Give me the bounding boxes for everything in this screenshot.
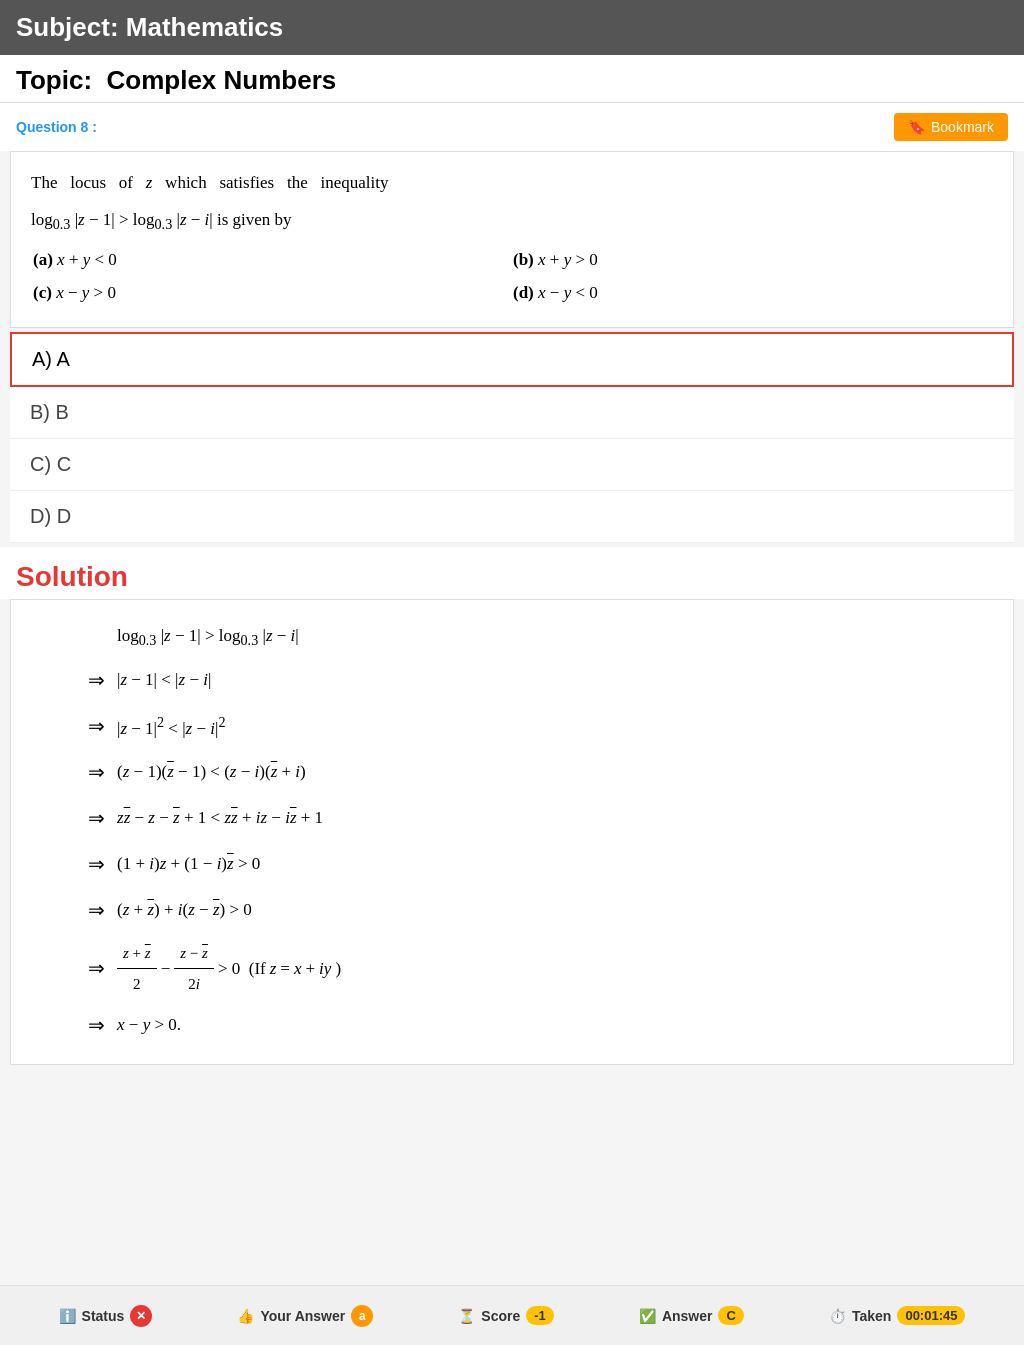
solution-table: log0.3 |z − 1| > log0.3 |z − i| ⇒ |z − 1… bbox=[31, 616, 993, 1049]
solution-arrow-4: ⇒ bbox=[31, 749, 111, 795]
solution-row-3: ⇒ |z − 1|2 < |z − i|2 bbox=[31, 703, 993, 749]
solution-math-5: zz − z − z + 1 < zz + iz − iz + 1 bbox=[111, 795, 993, 841]
solution-row-1: log0.3 |z − 1| > log0.3 |z − i| bbox=[31, 616, 993, 658]
bookmark-icon: 🔖 bbox=[908, 119, 925, 135]
footer-your-answer: 👍 Your Answer a bbox=[237, 1305, 373, 1327]
bookmark-label: Bookmark bbox=[931, 119, 994, 135]
solution-row-6: ⇒ (1 + i)z + (1 − i)z > 0 bbox=[31, 841, 993, 887]
solution-math-1: log0.3 |z − 1| > log0.3 |z − i| bbox=[111, 616, 993, 658]
topic-bar: Topic: Complex Numbers bbox=[0, 55, 1024, 103]
footer-bar: ℹ️ Status ✕ 👍 Your Answer a ⏳ Score -1 ✅… bbox=[0, 1285, 1024, 1345]
taken-badge: 00:01:45 bbox=[897, 1306, 965, 1325]
solution-arrow-9: ⇒ bbox=[31, 1002, 111, 1048]
footer-answer: ✅ Answer C bbox=[639, 1306, 744, 1325]
footer-score: ⏳ Score -1 bbox=[458, 1306, 553, 1325]
solution-label: Solution bbox=[16, 561, 128, 592]
topic-value: Complex Numbers bbox=[107, 65, 337, 95]
question-header: Question 8 : 🔖 Bookmark bbox=[0, 103, 1024, 151]
status-label: Status bbox=[82, 1308, 125, 1324]
solution-arrow-3: ⇒ bbox=[31, 703, 111, 749]
header-bar: Subject: Mathematics bbox=[0, 0, 1024, 55]
footer-status: ℹ️ Status ✕ bbox=[59, 1305, 153, 1327]
page-title: Subject: Mathematics bbox=[16, 12, 1008, 43]
option-d[interactable]: D) D bbox=[10, 491, 1014, 543]
answer-icon: ✅ bbox=[639, 1308, 656, 1324]
solution-arrow-7: ⇒ bbox=[31, 887, 111, 933]
your-answer-label: Your Answer bbox=[260, 1308, 345, 1324]
solution-arrow-5: ⇒ bbox=[31, 795, 111, 841]
solution-row-8: ⇒ z + z 2 − z − z 2i > 0 (If z = x + iy) bbox=[31, 933, 993, 1002]
solution-row-7: ⇒ (z + z) + i(z − z) > 0 bbox=[31, 887, 993, 933]
your-answer-icon: 👍 bbox=[237, 1308, 254, 1324]
solution-arrow-1 bbox=[31, 616, 111, 658]
topic-label: Topic: bbox=[16, 65, 92, 95]
options-container: A) A B) B C) C D) D bbox=[10, 332, 1014, 543]
question-text-box: The locus of z which satisfies the inequ… bbox=[10, 151, 1014, 328]
score-badge: -1 bbox=[526, 1306, 554, 1325]
solution-row-2: ⇒ |z − 1| < |z − i| bbox=[31, 657, 993, 703]
topic-heading: Topic: Complex Numbers bbox=[16, 65, 1008, 96]
score-label: Score bbox=[481, 1308, 520, 1324]
score-icon: ⏳ bbox=[458, 1308, 475, 1324]
solution-math-4: (z − 1)(z − 1) < (z − i)(z + i) bbox=[111, 749, 993, 795]
taken-label: Taken bbox=[852, 1308, 891, 1324]
solution-math-9: x − y > 0. bbox=[111, 1002, 993, 1048]
footer-taken: ⏱️ Taken 00:01:45 bbox=[829, 1306, 965, 1325]
solution-arrow-8: ⇒ bbox=[31, 933, 111, 1002]
answer-label: Answer bbox=[662, 1308, 713, 1324]
solution-row-9: ⇒ x − y > 0. bbox=[31, 1002, 993, 1048]
bookmark-button[interactable]: 🔖 Bookmark bbox=[894, 113, 1008, 141]
status-badge: ✕ bbox=[130, 1305, 152, 1327]
solution-math-3: |z − 1|2 < |z − i|2 bbox=[111, 703, 993, 749]
status-icon: ℹ️ bbox=[59, 1308, 76, 1324]
solution-row-4: ⇒ (z − 1)(z − 1) < (z − i)(z + i) bbox=[31, 749, 993, 795]
solution-math-7: (z + z) + i(z − z) > 0 bbox=[111, 887, 993, 933]
question-number: Question 8 : bbox=[16, 119, 97, 135]
solution-row-5: ⇒ zz − z − z + 1 < zz + iz − iz + 1 bbox=[31, 795, 993, 841]
option-c[interactable]: C) C bbox=[10, 439, 1014, 491]
solution-math-6: (1 + i)z + (1 − i)z > 0 bbox=[111, 841, 993, 887]
solution-arrow-6: ⇒ bbox=[31, 841, 111, 887]
answer-badge: C bbox=[718, 1306, 743, 1325]
solution-math-2: |z − 1| < |z − i| bbox=[111, 657, 993, 703]
your-answer-badge: a bbox=[351, 1305, 373, 1327]
question-text: The locus of z which satisfies the inequ… bbox=[31, 168, 993, 311]
taken-icon: ⏱️ bbox=[829, 1308, 846, 1324]
solution-heading: Solution bbox=[0, 547, 1024, 599]
solution-box: log0.3 |z − 1| > log0.3 |z − i| ⇒ |z − 1… bbox=[10, 599, 1014, 1066]
solution-arrow-2: ⇒ bbox=[31, 657, 111, 703]
option-b[interactable]: B) B bbox=[10, 387, 1014, 439]
solution-math-8: z + z 2 − z − z 2i > 0 (If z = x + iy) bbox=[111, 933, 993, 1002]
option-a[interactable]: A) A bbox=[10, 332, 1014, 387]
